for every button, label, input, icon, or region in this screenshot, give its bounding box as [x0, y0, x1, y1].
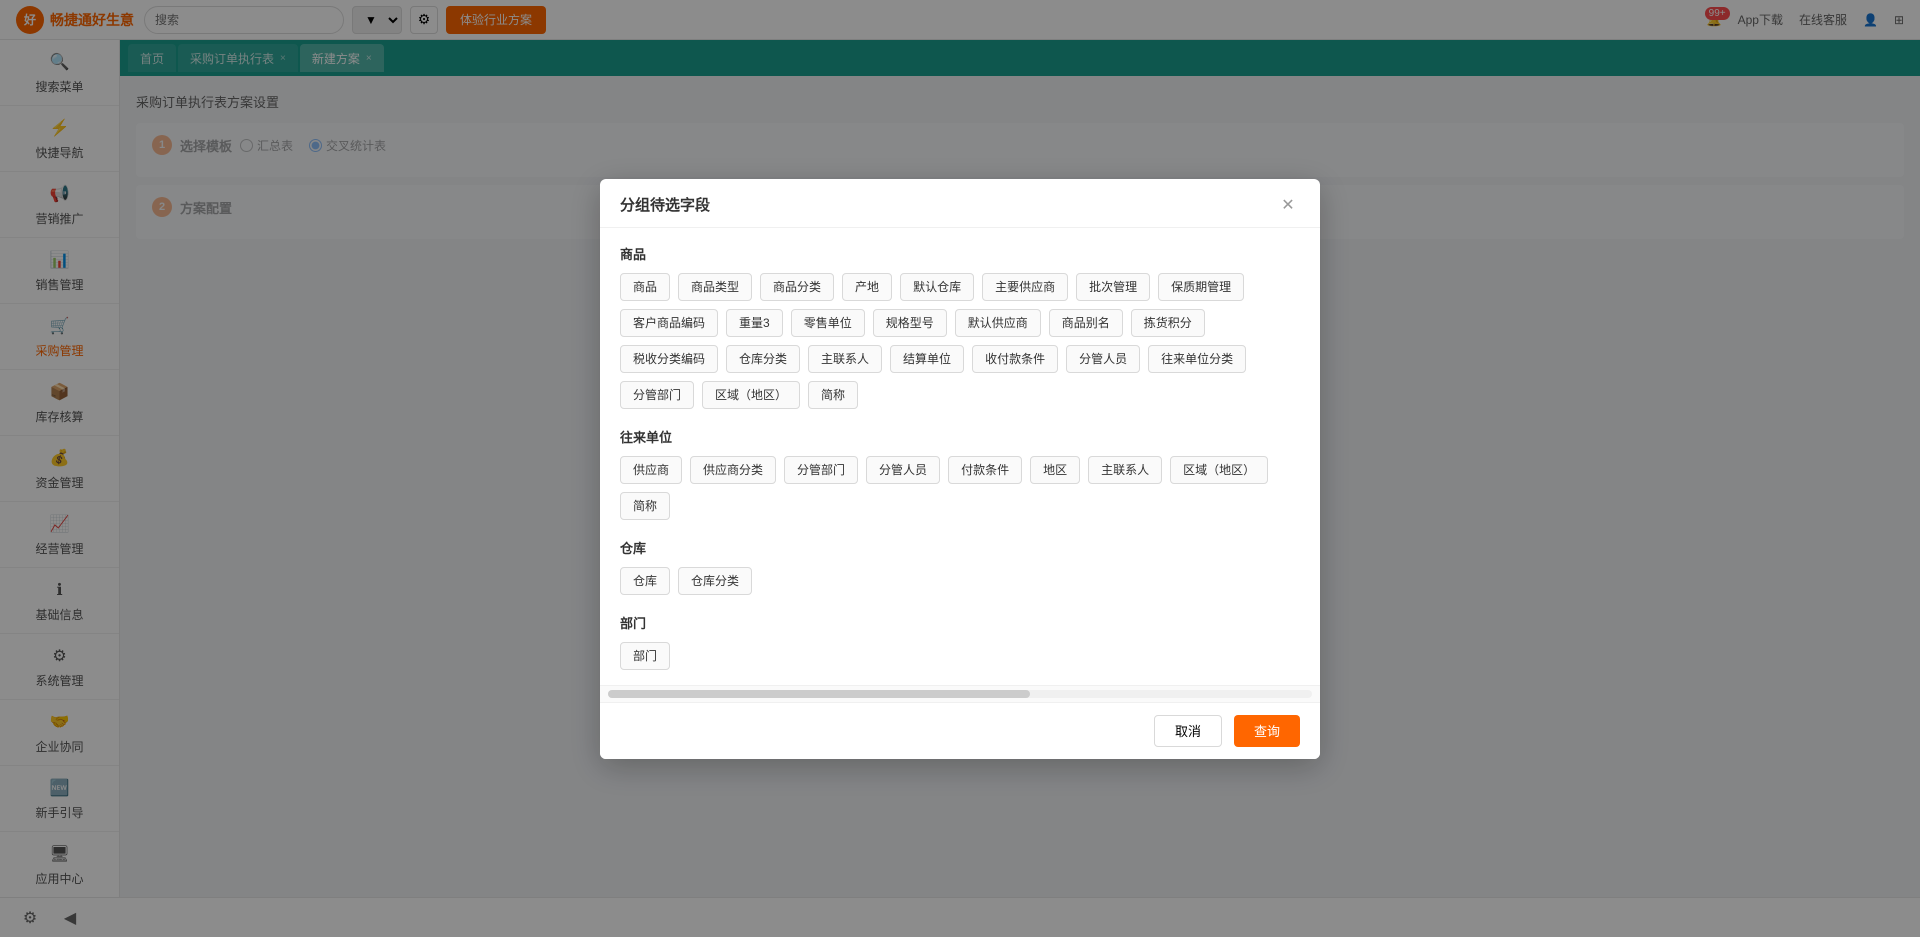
section-partner-title: 往来单位 — [620, 427, 1300, 446]
section-partner-tags: 供应商 供应商分类 分管部门 分管人员 付款条件 地区 主联系人 区域（地区） … — [620, 456, 1300, 520]
field-tag[interactable]: 往来单位分类 — [1148, 345, 1246, 373]
confirm-button[interactable]: 查询 — [1234, 715, 1300, 747]
field-tag[interactable]: 结算单位 — [890, 345, 964, 373]
field-tag[interactable]: 客户商品编码 — [620, 309, 718, 337]
field-tag[interactable]: 区域（地区） — [702, 381, 800, 409]
field-tag[interactable]: 仓库分类 — [726, 345, 800, 373]
field-tag[interactable]: 默认供应商 — [955, 309, 1041, 337]
section-warehouse: 仓库 仓库 仓库分类 — [620, 538, 1300, 595]
horizontal-scrollbar[interactable] — [608, 690, 1312, 698]
modal-body: 商品 商品 商品类型 商品分类 产地 默认仓库 主要供应商 批次管理 保质期管理… — [600, 228, 1320, 685]
field-tag[interactable]: 简称 — [620, 492, 670, 520]
field-select-modal: 分组待选字段 ✕ 商品 商品 商品类型 商品分类 产地 默认仓库 主要供应商 批… — [600, 179, 1320, 759]
field-tag[interactable]: 付款条件 — [948, 456, 1022, 484]
field-tag[interactable]: 重量3 — [726, 309, 783, 337]
field-tag[interactable]: 分管部门 — [620, 381, 694, 409]
section-warehouse-title: 仓库 — [620, 538, 1300, 557]
field-tag[interactable]: 零售单位 — [791, 309, 865, 337]
field-tag[interactable]: 商品分类 — [760, 273, 834, 301]
field-tag[interactable]: 规格型号 — [873, 309, 947, 337]
field-tag[interactable]: 供应商 — [620, 456, 682, 484]
section-product: 商品 商品 商品类型 商品分类 产地 默认仓库 主要供应商 批次管理 保质期管理… — [620, 244, 1300, 409]
field-tag[interactable]: 分管人员 — [1066, 345, 1140, 373]
field-tag[interactable]: 分管部门 — [784, 456, 858, 484]
field-tag[interactable]: 供应商分类 — [690, 456, 776, 484]
section-department-title: 部门 — [620, 613, 1300, 632]
field-tag[interactable]: 主联系人 — [1088, 456, 1162, 484]
field-tag[interactable]: 部门 — [620, 642, 670, 670]
section-department-tags: 部门 — [620, 642, 1300, 670]
field-tag[interactable]: 拣货积分 — [1131, 309, 1205, 337]
field-tag[interactable]: 主要供应商 — [982, 273, 1068, 301]
field-tag[interactable]: 地区 — [1030, 456, 1080, 484]
field-tag[interactable]: 主联系人 — [808, 345, 882, 373]
section-department: 部门 部门 — [620, 613, 1300, 670]
field-tag[interactable]: 收付款条件 — [972, 345, 1058, 373]
field-tag[interactable]: 税收分类编码 — [620, 345, 718, 373]
modal-title: 分组待选字段 — [620, 194, 710, 215]
field-tag[interactable]: 保质期管理 — [1158, 273, 1244, 301]
field-tag[interactable]: 仓库分类 — [678, 567, 752, 595]
field-tag[interactable]: 默认仓库 — [900, 273, 974, 301]
modal-header: 分组待选字段 ✕ — [600, 179, 1320, 228]
field-tag[interactable]: 商品别名 — [1049, 309, 1123, 337]
field-tag[interactable]: 仓库 — [620, 567, 670, 595]
cancel-button[interactable]: 取消 — [1154, 715, 1222, 747]
h-scrollbar-thumb — [608, 690, 1030, 698]
section-partner: 往来单位 供应商 供应商分类 分管部门 分管人员 付款条件 地区 主联系人 区域… — [620, 427, 1300, 520]
section-warehouse-tags: 仓库 仓库分类 — [620, 567, 1300, 595]
modal-close-button[interactable]: ✕ — [1276, 193, 1300, 217]
field-tag[interactable]: 商品类型 — [678, 273, 752, 301]
field-tag[interactable]: 批次管理 — [1076, 273, 1150, 301]
field-tag[interactable]: 产地 — [842, 273, 892, 301]
field-tag[interactable]: 分管人员 — [866, 456, 940, 484]
field-tag[interactable]: 简称 — [808, 381, 858, 409]
section-product-tags: 商品 商品类型 商品分类 产地 默认仓库 主要供应商 批次管理 保质期管理 客户… — [620, 273, 1300, 409]
section-product-title: 商品 — [620, 244, 1300, 263]
field-tag[interactable]: 区域（地区） — [1170, 456, 1268, 484]
field-tag[interactable]: 商品 — [620, 273, 670, 301]
